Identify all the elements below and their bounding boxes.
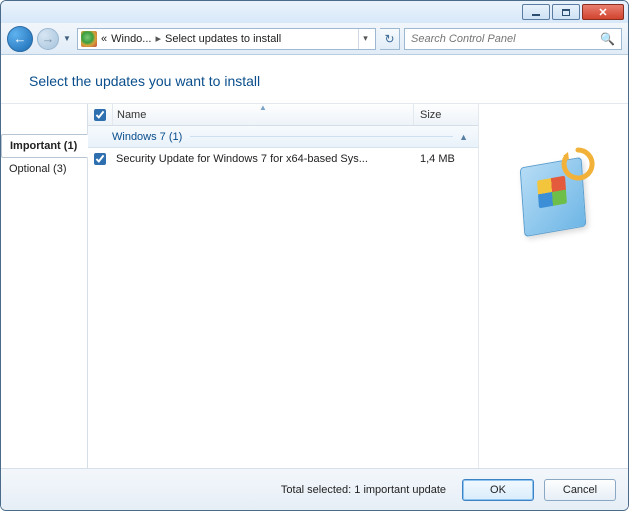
- arrow-left-icon: ←: [14, 31, 27, 46]
- close-icon: ✕: [598, 6, 607, 19]
- update-item-checkbox[interactable]: [94, 153, 106, 165]
- nav-back-button[interactable]: ←: [7, 26, 33, 52]
- arrow-right-icon: →: [42, 31, 55, 46]
- page-body: Select the updates you want to install I…: [1, 55, 628, 510]
- navbar: ← → ▼ « Windo... ▸ Select updates to ins…: [1, 23, 628, 55]
- tab-important-label: Important: [10, 140, 61, 152]
- header-checkbox-cell: [88, 109, 112, 121]
- group-row-windows7[interactable]: Windows 7 (1) ▲: [88, 126, 478, 148]
- details-pane: [478, 104, 628, 468]
- sort-asc-icon: ▲: [259, 103, 267, 112]
- tab-important[interactable]: Important (1): [1, 134, 88, 158]
- list-header: ▲ Name Size: [88, 104, 478, 126]
- minimize-icon: [532, 14, 540, 16]
- tab-optional-label: Optional: [9, 163, 50, 175]
- selection-status: Total selected: 1 important update: [281, 484, 446, 496]
- ok-button[interactable]: OK: [462, 479, 534, 501]
- titlebar: ✕: [1, 1, 628, 23]
- content-area: Important (1) Optional (3) ▲ Name: [1, 103, 628, 468]
- update-item-name: Security Update for Windows 7 for x64-ba…: [112, 153, 414, 165]
- windows-update-icon: [508, 144, 600, 244]
- column-header-name-label: Name: [117, 109, 146, 121]
- breadcrumb-root[interactable]: Windo...: [111, 33, 151, 45]
- window-frame: ✕ ← → ▼ « Windo... ▸ Select updates to i…: [0, 0, 629, 511]
- nav-forward-button[interactable]: →: [37, 28, 59, 50]
- address-dropdown-button[interactable]: ▾: [358, 29, 372, 49]
- select-all-checkbox[interactable]: [94, 109, 106, 121]
- page-heading: Select the updates you want to install: [1, 55, 628, 103]
- maximize-icon: [562, 9, 570, 16]
- nav-history-dropdown[interactable]: ▼: [63, 34, 73, 43]
- group-divider: [190, 136, 453, 137]
- search-input[interactable]: [411, 33, 600, 45]
- tab-optional[interactable]: Optional (3): [1, 158, 87, 180]
- category-tabs: Important (1) Optional (3): [1, 104, 87, 468]
- cancel-button[interactable]: Cancel: [544, 479, 616, 501]
- update-item-row[interactable]: Security Update for Windows 7 for x64-ba…: [88, 148, 478, 170]
- search-box[interactable]: 🔍: [404, 28, 622, 50]
- update-item-size: 1,4 MB: [414, 153, 478, 165]
- footer-bar: Total selected: 1 important update OK Ca…: [1, 468, 628, 510]
- search-icon: 🔍: [600, 32, 615, 46]
- control-panel-icon: [81, 31, 97, 47]
- breadcrumb-prev-chevrons: «: [101, 33, 107, 45]
- maximize-button[interactable]: [552, 4, 580, 20]
- collapse-group-icon[interactable]: ▲: [459, 132, 478, 142]
- minimize-button[interactable]: [522, 4, 550, 20]
- refresh-icon: ↻: [384, 32, 394, 46]
- address-bar[interactable]: « Windo... ▸ Select updates to install ▾: [77, 28, 376, 50]
- close-button[interactable]: ✕: [582, 4, 624, 20]
- breadcrumb-sep-icon: ▸: [155, 32, 161, 45]
- refresh-button[interactable]: ↻: [380, 28, 400, 50]
- column-header-size-label: Size: [420, 109, 441, 121]
- tab-optional-count: 3: [57, 163, 63, 175]
- update-list-panel: ▲ Name Size Windows 7 (1) ▲ Security Upd…: [87, 104, 478, 468]
- column-header-name[interactable]: ▲ Name: [112, 104, 414, 125]
- breadcrumb-current[interactable]: Select updates to install: [165, 33, 281, 45]
- column-header-size[interactable]: Size: [414, 104, 478, 125]
- tab-important-count: 1: [67, 140, 73, 152]
- group-label: Windows 7 (1): [112, 131, 182, 143]
